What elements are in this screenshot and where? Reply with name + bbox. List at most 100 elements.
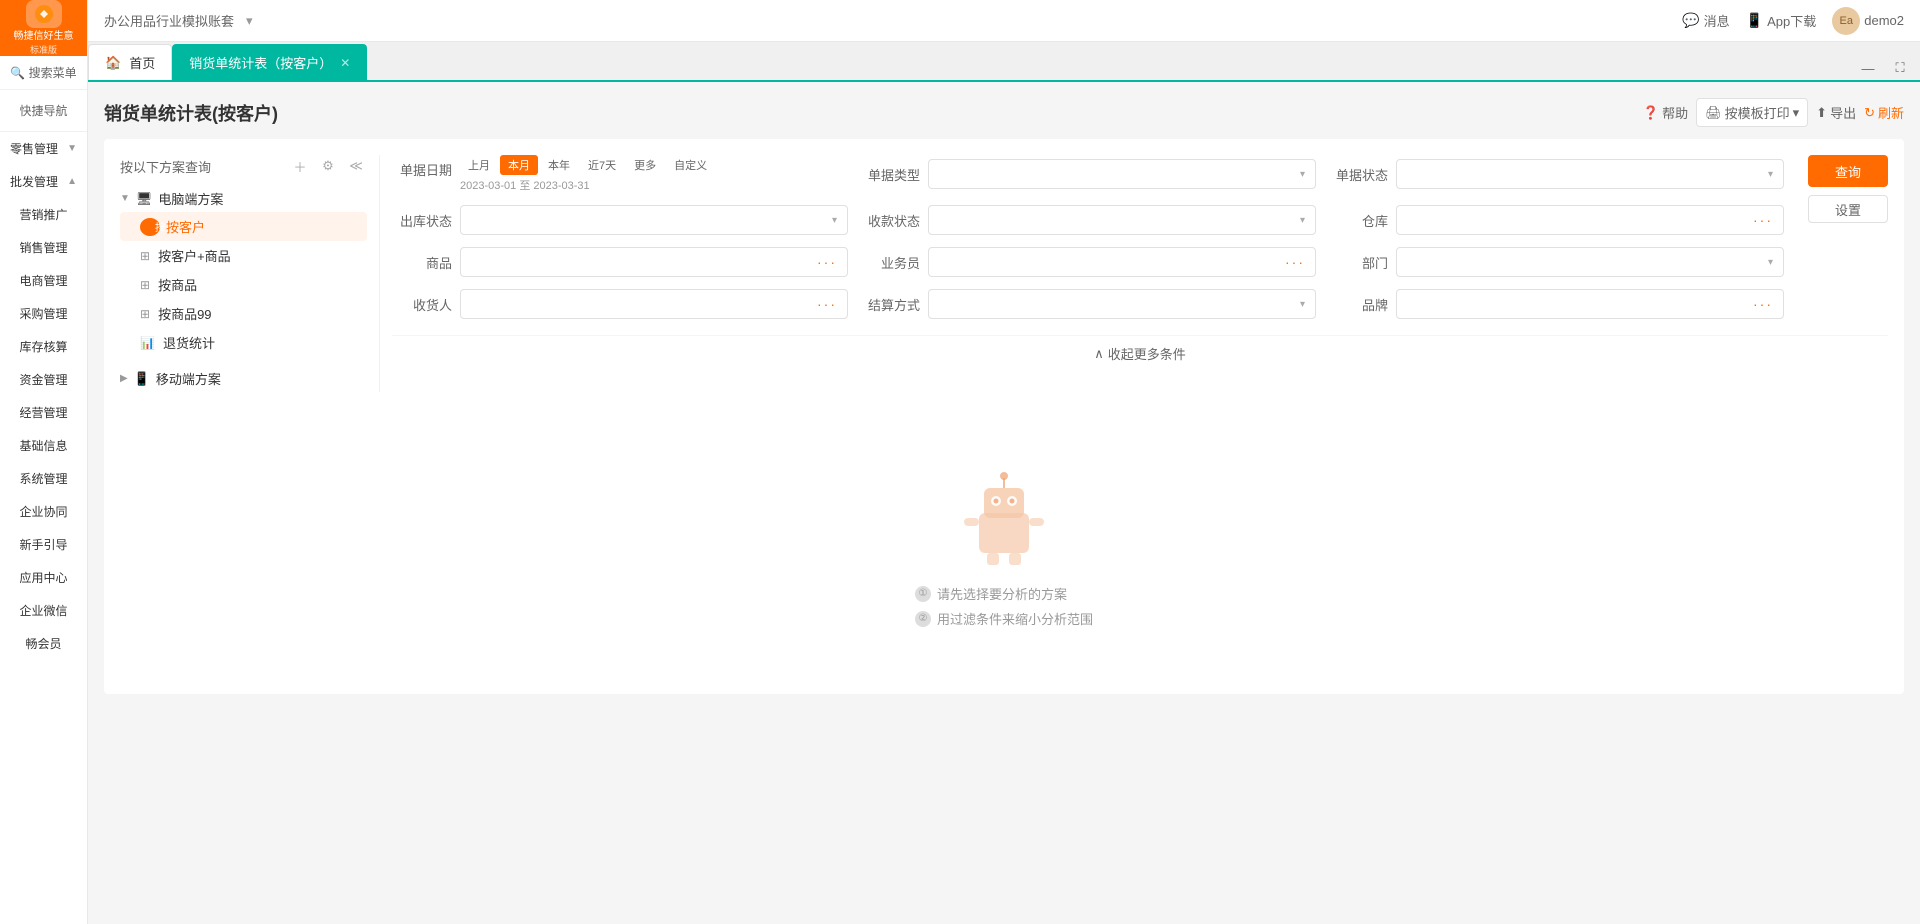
filter-panel-inner: 按以下方案查询 ＋ ⚙ ≪ ▼ [120, 155, 1888, 392]
date-pill-custom[interactable]: 自定义 [666, 155, 715, 175]
message-btn[interactable]: 💬 消息 [1682, 11, 1729, 30]
doc-type-select[interactable]: ▾ [928, 159, 1316, 189]
query-button[interactable]: 查询 [1808, 155, 1888, 187]
sidebar-item-purchase[interactable]: 采购管理 [0, 297, 87, 330]
date-pill-last-month[interactable]: 上月 [460, 155, 498, 175]
plan-group-desktop-header[interactable]: ▼ 🖥 电脑端方案 [120, 185, 367, 212]
refresh-btn[interactable]: ↻ 刷新 [1864, 103, 1904, 122]
brand-select[interactable]: ··· [1396, 289, 1784, 319]
template-print-icon: 🖨 [1705, 105, 1722, 121]
date-pill-7days[interactable]: 近7天 [580, 155, 624, 175]
department-select[interactable]: ▾ [1396, 247, 1784, 277]
sidebar-item-finance[interactable]: 资金管理 [0, 363, 87, 396]
product-select[interactable]: ··· [460, 247, 848, 277]
tab-close-btn[interactable]: ✕ [340, 56, 350, 70]
topbar-dropdown-icon[interactable]: ▾ [246, 13, 253, 29]
desktop-group-icon: 🖥 [136, 191, 153, 207]
settings-button[interactable]: 设置 [1808, 195, 1888, 223]
date-pill-this-year[interactable]: 本年 [540, 155, 578, 175]
tab-home[interactable]: 🏠 首页 [88, 44, 172, 80]
filter-receiver: 收货人 ··· [392, 289, 848, 319]
help-btn[interactable]: ❓ 帮助 [1643, 103, 1688, 122]
out-status-select[interactable]: ▾ [460, 205, 848, 235]
inventory-label: 库存核算 [19, 338, 67, 355]
plan-item-by-customer-product[interactable]: ⊞ 按客户+商品 [120, 241, 367, 270]
warehouse-dots: ··· [1753, 212, 1773, 228]
main-area: 办公用品行业模拟账套 ▾ 💬 消息 📱 App下载 Ea demo2 🏠 首页 [88, 0, 1920, 924]
brand-dots: ··· [1753, 296, 1773, 312]
refresh-label: 刷新 [1878, 103, 1904, 122]
filter-content-area: 按以下方案查询 ＋ ⚙ ≪ ▼ [104, 139, 1904, 694]
export-btn[interactable]: ⬆ 导出 [1816, 103, 1856, 122]
doc-status-select[interactable]: ▾ [1396, 159, 1784, 189]
marketing-label: 营销推广 [19, 206, 67, 223]
tab-minimize-btn[interactable]: — [1856, 56, 1880, 80]
date-pills-row: 上月 本月 本年 近7天 更多 自定义 [460, 155, 848, 175]
filter-doc-status: 单据状态 ▾ [1328, 155, 1784, 193]
nav-label[interactable]: 快捷导航 [0, 96, 87, 125]
sidebar-item-system[interactable]: 系统管理 [0, 462, 87, 495]
app-download-btn[interactable]: 📱 App下载 [1746, 11, 1817, 30]
date-label: 单据日期 [392, 155, 452, 179]
sidebar-item-wholesale[interactable]: 批发管理 ▲ [0, 165, 87, 198]
department-arrow: ▾ [1768, 257, 1773, 268]
sidebar-item-operation[interactable]: 经营管理 [0, 396, 87, 429]
user-avatar: Ea [1832, 7, 1860, 35]
logo-icon [26, 0, 62, 28]
app-logo: 畅捷信好生意 标准版 [0, 0, 87, 56]
plan-item-by-product[interactable]: ⊞ 按商品 [120, 270, 367, 299]
enterprise-label: 企业协同 [19, 503, 67, 520]
avatar-text: Ea [1840, 15, 1853, 27]
by-product-99-label: 按商品99 [158, 304, 211, 323]
date-pill-this-month[interactable]: 本月 [500, 155, 538, 175]
mobile-group-arrow: ▶ [120, 373, 128, 384]
sidebar-item-retail[interactable]: 零售管理 ▼ [0, 132, 87, 165]
plan-add-btn[interactable]: ＋ [289, 155, 311, 177]
plan-group-mobile-header[interactable]: ▶ 📱 移动端方案 [120, 365, 367, 392]
sidebar: 畅捷信好生意 标准版 🔍 搜索菜单 快捷导航 零售管理 ▼ 批发管理 ▲ 营销推… [0, 0, 88, 924]
date-pill-more[interactable]: 更多 [626, 155, 664, 175]
tab-maximize-btn[interactable]: ⛶ [1888, 56, 1912, 80]
salesperson-select[interactable]: ··· [928, 247, 1316, 277]
tab-sales-stat[interactable]: 销货单统计表（按客户） ✕ [172, 44, 367, 80]
template-print-btn[interactable]: 🖨 按模板打印 ▾ [1696, 98, 1808, 127]
warehouse-label: 仓库 [1328, 211, 1388, 230]
filter-collect-status: 收款状态 ▾ [860, 205, 1316, 235]
plan-items-desktop: 按 按客户 ⊞ 按客户+商品 ⊞ 按商品 [120, 212, 367, 357]
sidebar-item-sales[interactable]: 销售管理 [0, 231, 87, 264]
help-icon: ❓ [1643, 105, 1659, 121]
search-menu[interactable]: 🔍 搜索菜单 [0, 56, 87, 90]
sidebar-item-apps[interactable]: 应用中心 [0, 561, 87, 594]
user-profile-btn[interactable]: Ea demo2 [1832, 7, 1904, 35]
payment-method-select[interactable]: ▾ [928, 289, 1316, 319]
plan-item-by-product-99[interactable]: ⊞ 按商品99 [120, 299, 367, 328]
warehouse-select[interactable]: ··· [1396, 205, 1784, 235]
mobile-group-label: 移动端方案 [156, 369, 221, 388]
plan-collapse-btn[interactable]: ≪ [345, 155, 367, 177]
sidebar-item-wechat[interactable]: 企业微信 [0, 594, 87, 627]
by-product-99-icon: ⊞ [140, 307, 150, 321]
return-stat-icon: 📊 [140, 336, 155, 350]
date-input-area: 上月 本月 本年 近7天 更多 自定义 2023-03-01 至 20 [460, 155, 848, 193]
sidebar-item-ecommerce[interactable]: 电商管理 [0, 264, 87, 297]
desktop-group-label: 电脑端方案 [158, 189, 223, 208]
collect-status-select[interactable]: ▾ [928, 205, 1316, 235]
sidebar-item-basic[interactable]: 基础信息 [0, 429, 87, 462]
sidebar-item-inventory[interactable]: 库存核算 [0, 330, 87, 363]
plan-settings-btn[interactable]: ⚙ [317, 155, 339, 177]
collapse-bar[interactable]: ∧ 收起更多条件 [392, 335, 1888, 371]
tab-sales-stat-label: 销货单统计表（按客户） [189, 53, 332, 72]
sidebar-item-vip[interactable]: 畅会员 [0, 627, 87, 660]
filter-left-panel: 按以下方案查询 ＋ ⚙ ≪ ▼ [120, 155, 380, 392]
plan-item-return-stat[interactable]: 📊 退货统计 [120, 328, 367, 357]
receiver-select[interactable]: ··· [460, 289, 848, 319]
filter-row-2: 出库状态 ▾ 收款状态 [392, 205, 1784, 235]
sidebar-item-marketing[interactable]: 营销推广 [0, 198, 87, 231]
filter-panel: 按以下方案查询 ＋ ⚙ ≪ ▼ [104, 139, 1904, 408]
out-status-label: 出库状态 [392, 211, 452, 230]
plan-item-by-customer[interactable]: 按 按客户 [120, 212, 367, 241]
sidebar-item-enterprise[interactable]: 企业协同 [0, 495, 87, 528]
sidebar-item-newbie[interactable]: 新手引导 [0, 528, 87, 561]
product-label: 商品 [392, 253, 452, 272]
basic-label: 基础信息 [19, 437, 67, 454]
